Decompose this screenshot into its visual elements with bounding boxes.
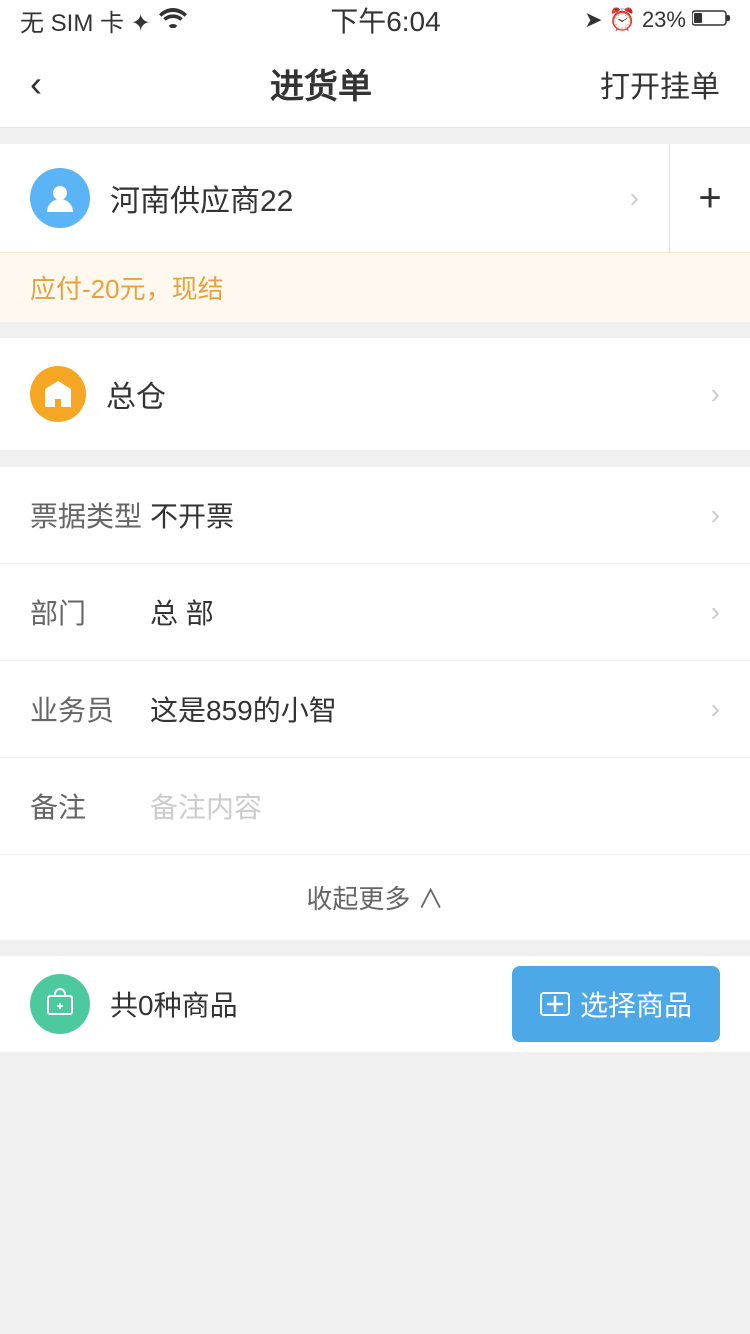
supplier-selector[interactable]: 河南供应商22 ›	[0, 144, 670, 252]
remark-input[interactable]: 备注内容	[150, 786, 720, 826]
battery-icon	[692, 7, 730, 33]
product-count-text: 共0种商品	[110, 984, 512, 1024]
notice-text: 应付-20元，现结	[30, 274, 224, 304]
form-section: 票据类型 不开票 › 部门 总 部 › 业务员 这是859的小智 › 备注 备注…	[0, 467, 750, 854]
select-product-label: 选择商品	[580, 984, 692, 1024]
supplier-avatar	[30, 168, 90, 228]
status-bar: 无 SIM 卡 ✦ 下午6:04 ➤ ⏰ 23%	[0, 0, 750, 40]
invoice-type-label: 票据类型	[30, 495, 150, 535]
collapse-bar[interactable]: 收起更多 ∧	[0, 854, 750, 940]
open-pending-button[interactable]: 打开挂单	[600, 62, 720, 106]
page-title: 进货单	[270, 59, 372, 108]
invoice-type-chevron-icon: ›	[711, 499, 720, 531]
nav-bar: ‹ 进货单 打开挂单	[0, 40, 750, 128]
warehouse-name: 总仓	[106, 372, 701, 416]
remark-row[interactable]: 备注 备注内容	[0, 758, 750, 854]
page-background	[0, 1052, 750, 1312]
salesperson-label: 业务员	[30, 689, 150, 729]
supplier-chevron-icon: ›	[630, 182, 639, 214]
status-bar-left: 无 SIM 卡 ✦	[20, 3, 187, 38]
invoice-type-row[interactable]: 票据类型 不开票 ›	[0, 467, 750, 564]
collapse-text: 收起更多 ∧	[306, 884, 443, 914]
status-bar-time: 下午6:04	[330, 0, 441, 40]
battery-text: 23%	[642, 7, 686, 33]
department-row[interactable]: 部门 总 部 ›	[0, 564, 750, 661]
supplier-section: 河南供应商22 › +	[0, 144, 750, 252]
bottom-divider	[0, 940, 750, 956]
add-supplier-button[interactable]: +	[670, 144, 750, 252]
notice-bar: 应付-20元，现结	[0, 252, 750, 322]
sim-status: 无 SIM 卡 ✦	[20, 3, 151, 38]
salesperson-chevron-icon: ›	[711, 693, 720, 725]
department-value: 总 部	[150, 592, 701, 632]
product-icon	[30, 974, 90, 1034]
salesperson-value: 这是859的小智	[150, 689, 701, 729]
warehouse-icon	[30, 366, 86, 422]
back-button[interactable]: ‹	[30, 63, 42, 105]
bottom-bar: 共0种商品 选择商品	[0, 956, 750, 1052]
warehouse-chevron-icon: ›	[711, 378, 720, 410]
select-product-button[interactable]: 选择商品	[512, 966, 720, 1042]
location-icon: ➤	[584, 7, 602, 33]
salesperson-row[interactable]: 业务员 这是859的小智 ›	[0, 661, 750, 758]
invoice-type-value: 不开票	[150, 495, 701, 535]
wifi-icon	[159, 6, 187, 35]
top-divider	[0, 128, 750, 144]
warehouse-section[interactable]: 总仓 ›	[0, 338, 750, 451]
alarm-icon: ⏰	[609, 7, 636, 33]
remark-label: 备注	[30, 786, 150, 826]
status-bar-right: ➤ ⏰ 23%	[584, 7, 730, 33]
department-chevron-icon: ›	[711, 596, 720, 628]
supplier-name: 河南供应商22	[110, 176, 620, 220]
department-label: 部门	[30, 592, 150, 632]
